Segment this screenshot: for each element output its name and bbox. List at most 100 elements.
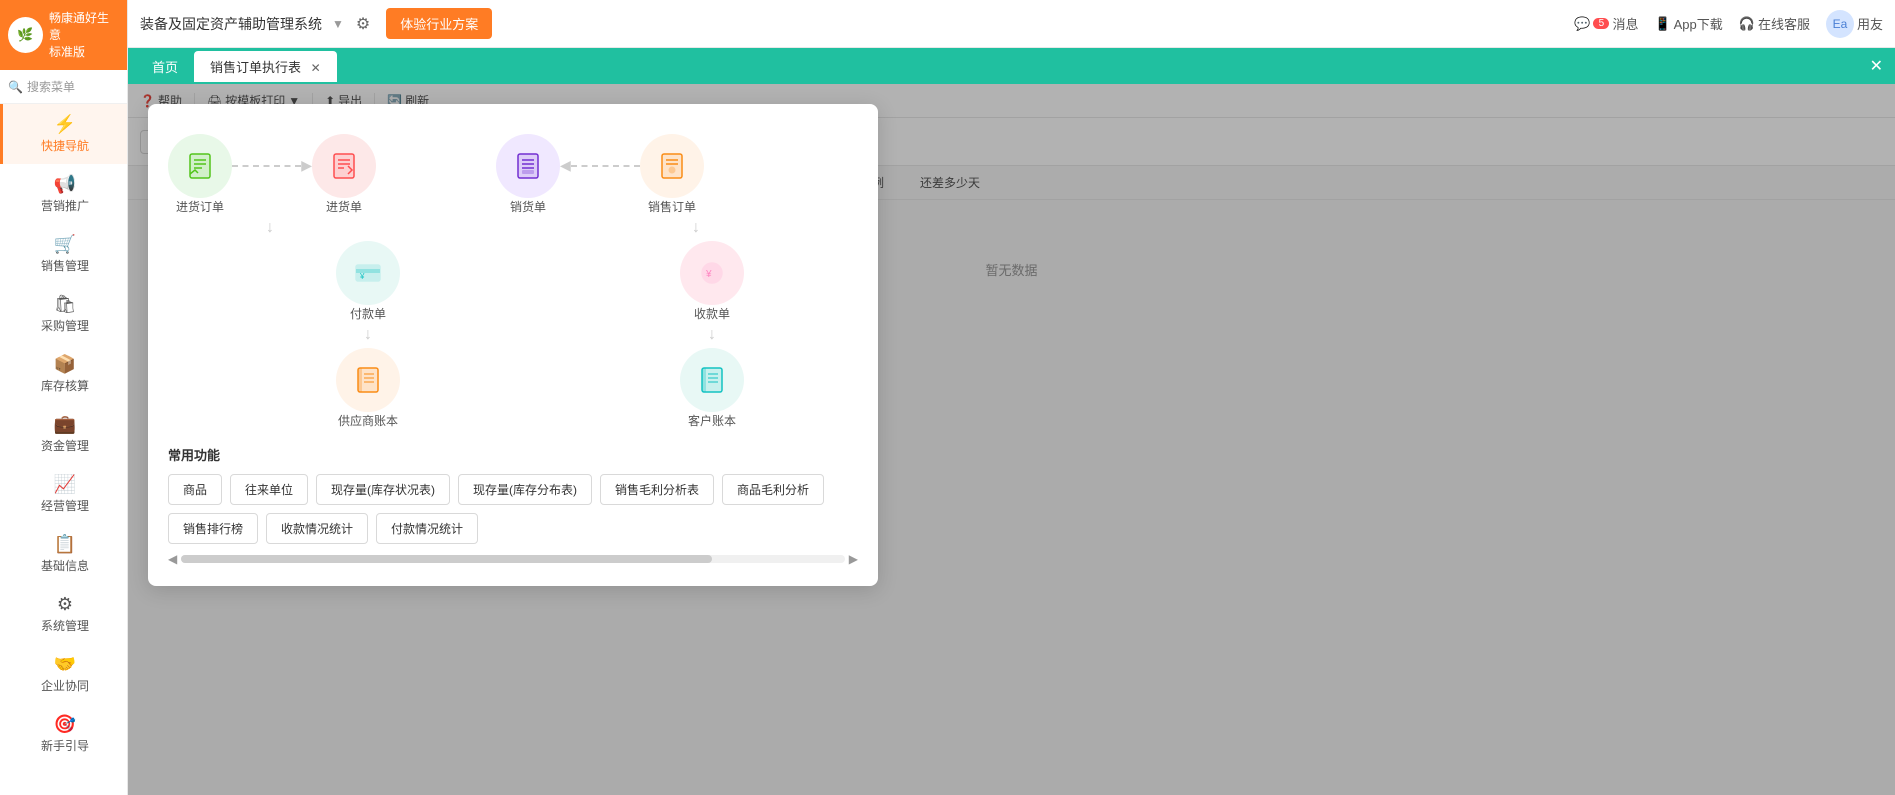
dropdown-arrow-icon[interactable]: ▼ [332, 17, 344, 31]
purchase-label: 进货单 [326, 198, 362, 215]
modal-overlay: 进货订单 ▶ [128, 84, 1895, 795]
customer-ledger-icon [680, 348, 744, 412]
svg-text:¥: ¥ [705, 269, 712, 280]
purchase-order-icon [168, 134, 232, 198]
operation-icon: 📈 [54, 474, 76, 495]
purchase-icon: 🛍 [54, 294, 77, 315]
flow-diagram-section: 进货订单 ▶ [168, 124, 858, 445]
flow-node-receipt[interactable]: ¥ 收款单 [680, 241, 744, 322]
sidebar-item-purchase[interactable]: 🛍 采购管理 [0, 284, 127, 344]
sidebar-item-marketing[interactable]: 📢 营销推广 [0, 164, 127, 224]
hscroll-thumb [181, 555, 712, 563]
func-btn-product[interactable]: 商品 [168, 474, 222, 505]
basic-icon: 📋 [54, 534, 76, 555]
tab-sales-order[interactable]: 销售订单执行表 ✕ [194, 51, 337, 82]
purchase-icon [312, 134, 376, 198]
common-functions-section: 常用功能 商品 往来单位 现存量(库存状况表) 现存量(库存分布表) 销售毛利分… [168, 445, 858, 544]
flow-node-customer-ledger[interactable]: 客户账本 [680, 348, 744, 429]
system-icon: ⚙ [57, 594, 73, 615]
sidebar-item-newbie[interactable]: 🎯 新手引导 [0, 704, 127, 764]
sidebar-item-sales[interactable]: 🛒 销售管理 [0, 224, 127, 284]
flow-node-purchase[interactable]: 进货单 [312, 134, 376, 215]
inventory-icon: 📦 [54, 354, 76, 375]
hscroll-area: ◀ ▶ [168, 552, 858, 566]
sidebar: 🌿 畅康通好生意 标准版 🔍 搜索菜单 ⚡ 快捷导航 📢 营销推广 🛒 销 [0, 0, 128, 795]
user-profile[interactable]: Ea 用友 [1826, 10, 1883, 38]
flow-node-supplier-ledger[interactable]: 供应商账本 [336, 348, 400, 429]
flow-node-payment[interactable]: ¥ 付款单 [336, 241, 400, 322]
supplier-ledger-icon [336, 348, 400, 412]
hscroll-right-icon[interactable]: ▶ [849, 552, 858, 566]
func-btn-partner[interactable]: 往来单位 [230, 474, 308, 505]
payment-icon: ¥ [336, 241, 400, 305]
user-avatar: Ea [1826, 10, 1854, 38]
func-btn-sales-profit[interactable]: 销售毛利分析表 [600, 474, 714, 505]
sidebar-item-enterprise[interactable]: 🤝 企业协同 [0, 644, 127, 704]
func-btn-product-profit[interactable]: 商品毛利分析 [722, 474, 824, 505]
sales-icon: 🛒 [54, 234, 76, 255]
func-btn-receipt-stats[interactable]: 收款情况统计 [266, 513, 368, 544]
func-btn-inventory-status[interactable]: 现存量(库存状况表) [316, 474, 450, 505]
newbie-icon: 🎯 [54, 714, 76, 735]
func-btn-inventory-dist[interactable]: 现存量(库存分布表) [458, 474, 592, 505]
svg-text:¥: ¥ [359, 272, 365, 281]
hscroll-left-icon[interactable]: ◀ [168, 552, 177, 566]
marketing-icon: 📢 [54, 174, 76, 195]
app-download-action[interactable]: 📱 App下载 [1654, 14, 1722, 33]
sidebar-item-quick[interactable]: ⚡ 快捷导航 [0, 104, 127, 164]
modal-body: 进货订单 ▶ [148, 104, 878, 586]
settings-gear-icon[interactable]: ⚙ [356, 14, 370, 34]
arrow-2: ◀ [560, 157, 640, 174]
service-icon: 🎧 [1739, 16, 1755, 32]
sidebar-logo: 🌿 畅康通好生意 标准版 [0, 0, 127, 70]
sidebar-item-inventory[interactable]: 📦 库存核算 [0, 344, 127, 404]
sidebar-item-basic[interactable]: 📋 基础信息 [0, 524, 127, 584]
logo-icon: 🌿 [8, 17, 43, 53]
online-service-action[interactable]: 🎧 在线客服 [1739, 14, 1810, 33]
receipt-icon: ¥ [680, 241, 744, 305]
func-btn-payment-stats[interactable]: 付款情况统计 [376, 513, 478, 544]
purchase-order-label: 进货订单 [176, 198, 224, 215]
logo-leaf-icon: 🌿 [17, 27, 33, 43]
func-btn-sales-rank[interactable]: 销售排行榜 [168, 513, 258, 544]
main-area: 装备及固定资产辅助管理系统 ▼ ⚙ 体验行业方案 💬 5 消息 📱 App下载 … [128, 0, 1895, 795]
sale-icon [496, 134, 560, 198]
sidebar-item-operation[interactable]: 📈 经营管理 [0, 464, 127, 524]
tab-close-icon[interactable]: ✕ [311, 61, 321, 75]
supplier-ledger-label: 供应商账本 [338, 412, 398, 429]
logo-text: 畅康通好生意 标准版 [49, 10, 119, 60]
message-action[interactable]: 💬 5 消息 [1574, 14, 1638, 33]
func-buttons-row-1: 商品 往来单位 现存量(库存状况表) 现存量(库存分布表) 销售毛利分析表 商品… [168, 474, 858, 505]
receipt-label: 收款单 [694, 305, 730, 322]
arrow-1: ▶ [232, 157, 312, 174]
hscroll-track[interactable] [181, 555, 845, 563]
topbar-actions: 💬 5 消息 📱 App下载 🎧 在线客服 Ea 用友 [1574, 10, 1883, 38]
content-area: ❓ 帮助 🖨 按模板打印 ▼ ⬆ 导出 🔄 刷新 [128, 84, 1895, 795]
func-buttons-row-2: 销售排行榜 收款情况统计 付款情况统计 [168, 513, 858, 544]
flow-row-3: 供应商账本 客户账本 [168, 348, 858, 429]
tabbar: 首页 销售订单执行表 ✕ ✕ [128, 48, 1895, 84]
sidebar-nav: ⚡ 快捷导航 📢 营销推广 🛒 销售管理 🛍 采购管理 📦 库存核算 💼 [0, 104, 127, 795]
topbar: 装备及固定资产辅助管理系统 ▼ ⚙ 体验行业方案 💬 5 消息 📱 App下载 … [128, 0, 1895, 48]
download-icon: 📱 [1654, 16, 1670, 32]
message-icon: 💬 [1574, 16, 1590, 32]
system-title: 装备及固定资产辅助管理系统 [140, 14, 322, 34]
sidebar-item-finance[interactable]: 💼 资金管理 [0, 404, 127, 464]
sales-order-icon [640, 134, 704, 198]
finance-icon: 💼 [54, 414, 76, 435]
flow-row-2: ¥ 付款单 ¥ 收款单 [168, 241, 858, 322]
trial-button[interactable]: 体验行业方案 [386, 8, 492, 39]
sidebar-item-system[interactable]: ⚙ 系统管理 [0, 584, 127, 644]
sale-label: 销货单 [510, 198, 546, 215]
flow-node-sales-order[interactable]: 销售订单 [640, 134, 704, 215]
flow-node-sale[interactable]: 销货单 [496, 134, 560, 215]
tab-home[interactable]: 首页 [136, 51, 194, 82]
flow-node-purchase-order[interactable]: 进货订单 [168, 134, 232, 215]
section-label: 常用功能 [168, 445, 858, 464]
sidebar-search[interactable]: 🔍 搜索菜单 [0, 70, 127, 104]
quick-nav-icon: ⚡ [54, 114, 76, 135]
enterprise-icon: 🤝 [54, 654, 76, 675]
flow-arrows-v: ↓ ↓ [168, 219, 858, 237]
quick-nav-modal: 进货订单 ▶ [148, 104, 878, 586]
close-all-tabs-icon[interactable]: ✕ [1866, 52, 1887, 80]
